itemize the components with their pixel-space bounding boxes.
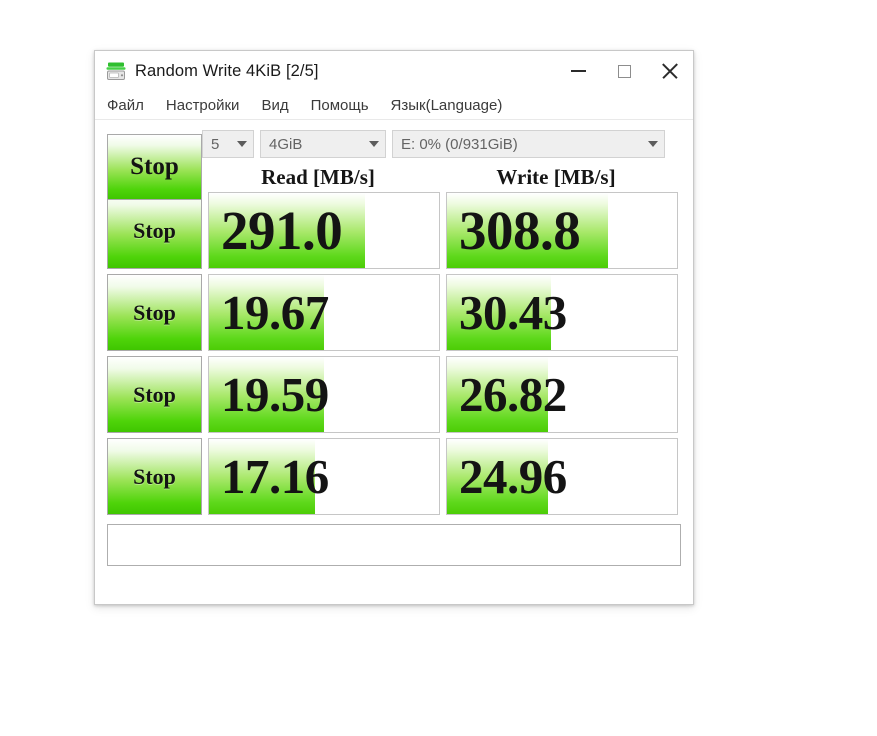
write-score-value-4: 24.96 xyxy=(459,449,567,504)
drive-select-dropdown[interactable]: E: 0% (0/931GiB) xyxy=(392,130,665,158)
minimize-icon xyxy=(570,70,586,72)
write-score-cell-4: 24.96 xyxy=(446,438,678,515)
write-score-value-2: 30.43 xyxy=(459,285,567,340)
menu-item-view[interactable]: Вид xyxy=(261,97,288,114)
stop-button-label: Stop xyxy=(133,217,176,243)
runs-count-dropdown[interactable]: 5 xyxy=(202,130,254,158)
read-score-value-3: 19.59 xyxy=(221,367,329,422)
menu-bar: Файл Настройки Вид Помощь Язык(Language) xyxy=(95,91,693,120)
chevron-down-icon xyxy=(369,141,379,147)
read-score-cell-3: 19.59 xyxy=(208,356,440,433)
close-button[interactable] xyxy=(647,51,693,91)
write-column-header: Write [MB/s] xyxy=(496,164,616,189)
menu-item-settings[interactable]: Настройки xyxy=(166,97,240,114)
write-score-cell-3: 26.82 xyxy=(446,356,678,433)
minimize-button[interactable] xyxy=(555,51,601,91)
drive-select-value: E: 0% (0/931GiB) xyxy=(401,135,518,153)
stop-button-row-4[interactable]: Stop xyxy=(107,438,202,515)
test-size-dropdown[interactable]: 4GiB xyxy=(260,130,386,158)
read-score-value-4: 17.16 xyxy=(221,449,329,504)
crystaldiskmark-window: Random Write 4KiB [2/5] Файл Настройки В… xyxy=(94,50,694,605)
window-controls xyxy=(555,51,693,91)
write-score-cell-2: 30.43 xyxy=(446,274,678,351)
window-title: Random Write 4KiB [2/5] xyxy=(135,61,319,80)
close-icon xyxy=(661,62,679,80)
read-score-cell-4: 17.16 xyxy=(208,438,440,515)
menu-item-file[interactable]: Файл xyxy=(107,97,144,114)
write-score-value-1: 308.8 xyxy=(459,200,581,261)
stop-button-label: Stop xyxy=(133,299,176,325)
read-score-value-2: 19.67 xyxy=(221,285,329,340)
test-size-value: 4GiB xyxy=(269,135,303,153)
stop-button-row-3[interactable]: Stop xyxy=(107,356,202,433)
maximize-icon xyxy=(617,64,631,78)
stop-button-row-2[interactable]: Stop xyxy=(107,274,202,351)
stop-button-row-1[interactable]: Stop xyxy=(107,192,202,269)
maximize-button[interactable] xyxy=(601,51,647,91)
result-row: Stop 291.0 308.8 xyxy=(107,192,681,269)
stop-all-button[interactable]: Stop xyxy=(107,134,202,200)
chevron-down-icon xyxy=(237,141,247,147)
stop-button-label: Stop xyxy=(133,381,176,407)
read-column-header: Read [MB/s] xyxy=(261,164,375,189)
result-row: Stop 19.67 30.43 xyxy=(107,274,681,351)
write-score-cell-1: 308.8 xyxy=(446,192,678,269)
result-row: Stop 17.16 24.96 xyxy=(107,438,681,515)
disk-drive-icon xyxy=(105,60,127,82)
menu-item-help[interactable]: Помощь xyxy=(311,97,369,114)
read-score-value-1: 291.0 xyxy=(221,200,343,261)
runs-count-value: 5 xyxy=(211,135,220,153)
chevron-down-icon xyxy=(648,141,658,147)
stop-all-label: Stop xyxy=(130,153,179,180)
screen-background: Random Write 4KiB [2/5] Файл Настройки В… xyxy=(0,0,877,736)
title-bar[interactable]: Random Write 4KiB [2/5] xyxy=(95,51,693,91)
window-body: 5 4GiB E: 0% (0/931GiB) Read [MB/s] Writ… xyxy=(95,120,693,566)
read-score-cell-2: 19.67 xyxy=(208,274,440,351)
write-score-value-3: 26.82 xyxy=(459,367,567,422)
read-score-cell-1: 291.0 xyxy=(208,192,440,269)
comment-input[interactable] xyxy=(107,524,681,566)
stop-button-label: Stop xyxy=(133,463,176,489)
result-row: Stop 19.59 26.82 xyxy=(107,356,681,433)
menu-item-language[interactable]: Язык(Language) xyxy=(391,97,503,114)
